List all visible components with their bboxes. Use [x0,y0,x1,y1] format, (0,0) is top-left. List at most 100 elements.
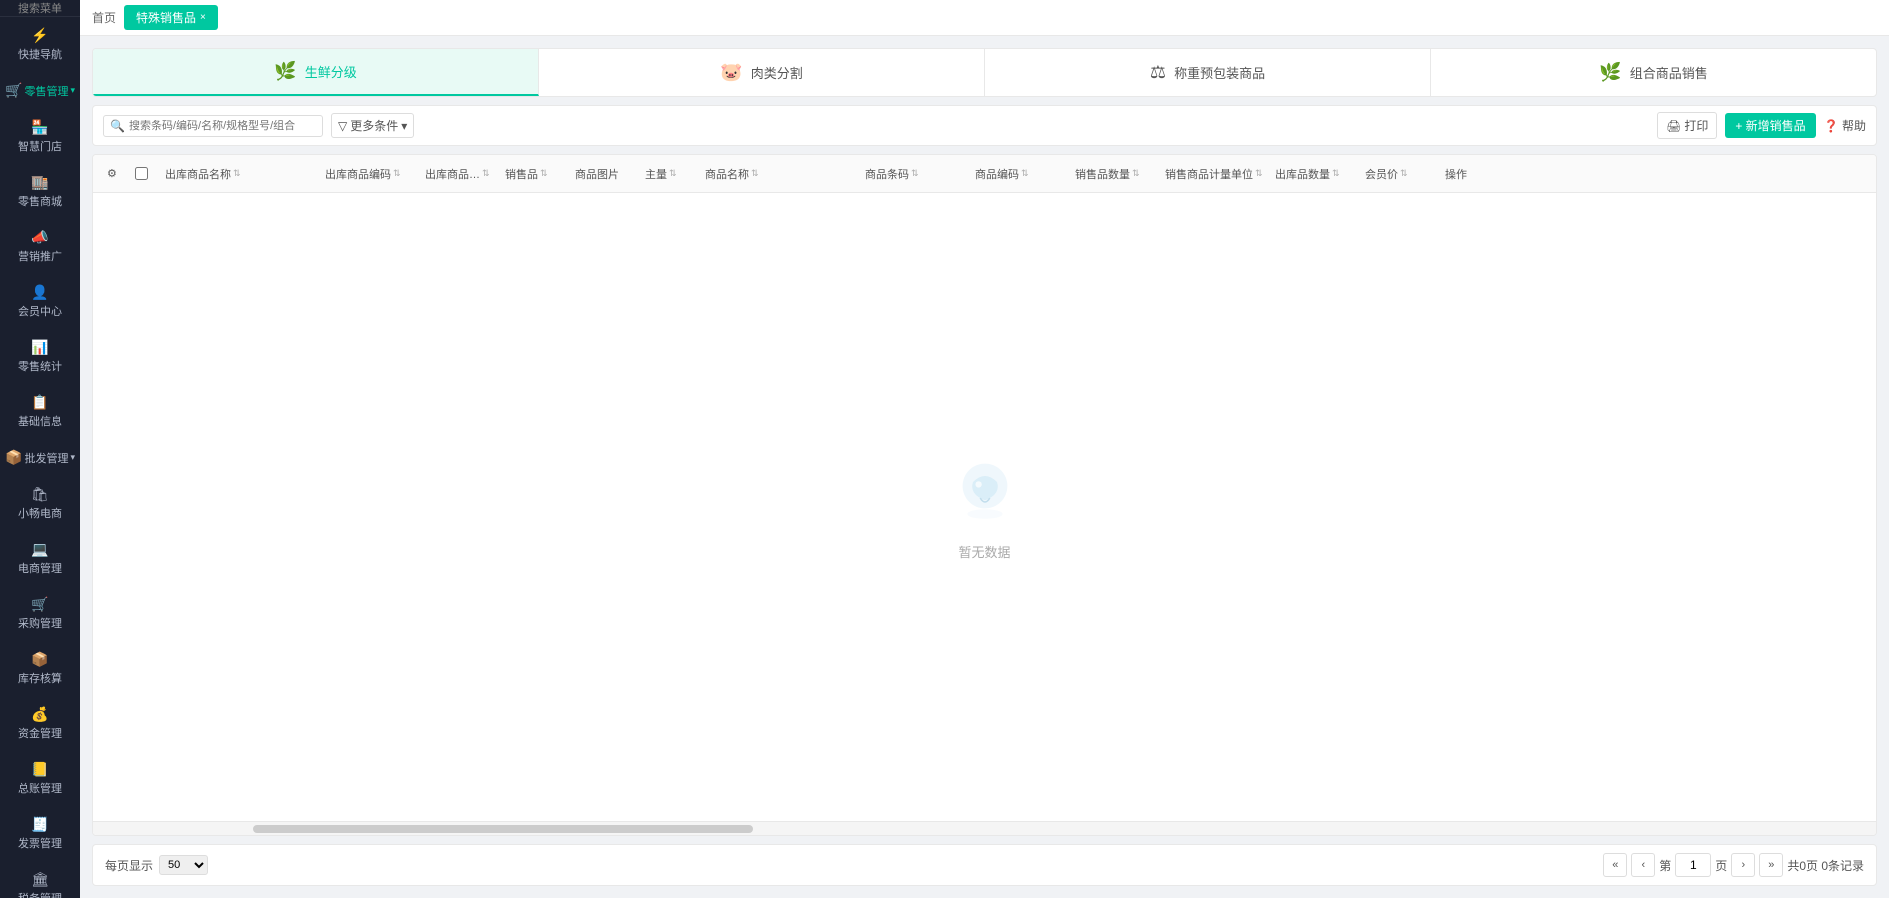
retail-mall-icon: 🏬 [31,174,48,191]
sort-icon: ⇅ [393,168,401,179]
help-icon: ❓ [1824,119,1839,133]
sidebar-item-label: 电商管理 [18,560,62,576]
content-area: 🌿 生鲜分级 🐷 肉类分割 ⚖ 称重预包装商品 🌿 组合商品销售 🔍 [80,36,1889,898]
col-op: 操作 [1439,166,1499,182]
print-icon: 🖨 [1666,119,1681,133]
sidebar-item-mini-ecom[interactable]: 🛍 小畅电商 [0,476,80,531]
col-goods-name[interactable]: 商品名称 ⇅ [699,166,859,182]
sidebar-item-label: 发票管理 [18,835,62,851]
sidebar-item-label: 快捷导航 [18,46,62,62]
sort-icon: ⇅ [669,168,677,179]
sidebar-logo[interactable]: 搜索菜单 [0,0,80,17]
sidebar-item-purchase-mgmt[interactable]: 🛒 采购管理 [0,586,80,641]
pagination-right: « ‹ 第 页 › » 共0页 0条记录 [1603,853,1864,877]
col-out-code[interactable]: 出库商品编码 ⇅ [319,166,419,182]
filter-icon: ▽ [338,119,347,133]
sidebar-item-retail-mall[interactable]: 🏬 零售商城 [0,164,80,219]
basic-info-icon: 📋 [31,394,48,411]
sidebar-item-basic-info[interactable]: 📋 基础信息 [0,384,80,439]
sidebar-item-tax-mgmt[interactable]: 🏛 税务管理 [0,861,80,898]
sidebar-item-label: 采购管理 [18,615,62,631]
finance-mgmt-icon: 💰 [31,706,48,723]
sort-icon: ⇅ [482,168,490,179]
cat-tab-fresh-grade[interactable]: 🌿 生鲜分级 [93,49,539,96]
tax-mgmt-icon: 🏛 [31,871,49,888]
table-body: 暂无数据 [93,193,1876,821]
col-barcode[interactable]: 商品条码 ⇅ [859,166,969,182]
cat-tab-meat-cut[interactable]: 🐷 肉类分割 [539,49,985,96]
sidebar-item-invoice-mgmt[interactable]: 🧾 发票管理 [0,806,80,861]
sort-icon: ⇅ [1132,168,1140,179]
wholesale-mgmt-icon: 📦 [5,449,22,466]
table-container: ⚙ 出库商品名称 ⇅ 出库商品编码 ⇅ 出库商品… ⇅ 销售品 [92,154,1877,836]
col-member-price[interactable]: 会员价 ⇅ [1359,166,1439,182]
search-box[interactable]: 🔍 [103,115,323,137]
sidebar-item-wholesale-mgmt[interactable]: 📦 批发管理 ▾ [0,439,80,476]
help-button[interactable]: ❓ 帮助 [1824,117,1866,134]
sidebar-item-label: 小畅电商 [18,505,62,521]
toolbar-right: 🖨 打印 + 新增销售品 ❓ 帮助 [1657,112,1866,139]
col-scode[interactable]: 商品编码 ⇅ [969,166,1069,182]
horizontal-scrollbar[interactable] [93,821,1876,835]
sidebar-item-label: 库存核算 [18,670,62,686]
pagination: 每页显示 10 20 50 100 « ‹ 第 页 › » 共0页 0条记录 [92,844,1877,886]
member-center-icon: 👤 [31,284,48,301]
table-header: ⚙ 出库商品名称 ⇅ 出库商品编码 ⇅ 出库商品… ⇅ 销售品 [93,155,1876,193]
col-sale-item[interactable]: 销售品 ⇅ [499,166,569,182]
prev-page-btn[interactable]: ‹ [1631,853,1655,877]
active-tab[interactable]: 特殊销售品 × [124,5,218,30]
sales-promo-icon: 📣 [31,229,48,246]
sidebar-item-finance-mgmt[interactable]: 💰 资金管理 [0,696,80,751]
quick-nav-icon: ⚡ [31,27,48,44]
scale-pkg-icon: ⚖ [1150,62,1166,83]
sidebar-item-smart-store[interactable]: 🏪 智慧门店 [0,109,80,164]
category-tabs: 🌿 生鲜分级 🐷 肉类分割 ⚖ 称重预包装商品 🌿 组合商品销售 [92,48,1877,97]
add-sale-button[interactable]: + 新增销售品 [1725,113,1815,138]
last-page-btn[interactable]: » [1759,853,1783,877]
col-settings[interactable]: ⚙ [101,167,129,180]
chevron-down-icon: ▾ [70,452,75,463]
sidebar-item-label: 零售商城 [18,193,62,209]
sidebar-item-member-center[interactable]: 👤 会员中心 [0,274,80,329]
sidebar-item-retail-mgmt[interactable]: 🛒 零售管理 ▾ [0,72,80,109]
select-all-checkbox[interactable] [135,167,148,180]
cat-tab-scale-pkg[interactable]: ⚖ 称重预包装商品 [985,49,1431,96]
cat-tab-label: 生鲜分级 [305,62,357,81]
search-input[interactable] [129,120,309,132]
home-tab[interactable]: 首页 [92,9,116,26]
sidebar-item-inventory[interactable]: 📦 库存核算 [0,641,80,696]
print-button[interactable]: 🖨 打印 [1657,112,1717,139]
col-checkbox[interactable] [129,167,159,180]
combo-sale-icon: 🌿 [1599,62,1621,83]
sidebar-item-retail-stats[interactable]: 📊 零售统计 [0,329,80,384]
main-area: 首页 特殊销售品 × 🌿 生鲜分级 🐷 肉类分割 ⚖ 称重预包装商品 🌿 组合商… [80,0,1889,898]
sort-icon: ⇅ [751,168,759,179]
sidebar-item-label: 资金管理 [18,725,62,741]
filter-label: 更多条件 [350,117,398,134]
cat-tab-combo-sale[interactable]: 🌿 组合商品销售 [1431,49,1876,96]
col-out-name[interactable]: 出库商品名称 ⇅ [159,166,319,182]
sidebar-item-ecom-mgmt[interactable]: 💻 电商管理 [0,531,80,586]
col-out-qty[interactable]: 出库品数量 ⇅ [1269,166,1359,182]
page-input[interactable] [1675,853,1711,877]
invoice-mgmt-icon: 🧾 [31,816,48,833]
col-main[interactable]: 主量 ⇅ [639,166,699,182]
sidebar-item-general-ledger[interactable]: 📒 总账管理 [0,751,80,806]
sidebar-item-label: 零售统计 [18,358,62,374]
col-out-spec[interactable]: 出库商品… ⇅ [419,166,499,182]
meat-cut-icon: 🐷 [720,62,742,83]
sidebar-item-label: 总账管理 [18,780,62,796]
sidebar-item-sales-promo[interactable]: 📣 营销推广 [0,219,80,274]
col-sale-unit[interactable]: 销售商品计量单位 ⇅ [1159,166,1269,182]
tab-close-btn[interactable]: × [200,12,206,23]
col-sale-qty[interactable]: 销售品数量 ⇅ [1069,166,1159,182]
empty-text: 暂无数据 [958,542,1010,561]
mini-ecom-icon: 🛍 [31,486,49,503]
first-page-btn[interactable]: « [1603,853,1627,877]
sidebar-item-quick-nav[interactable]: ⚡ 快捷导航 [0,17,80,72]
filter-button[interactable]: ▽ 更多条件 ▾ [331,113,414,138]
next-page-btn[interactable]: › [1731,853,1755,877]
per-page-select[interactable]: 10 20 50 100 [159,855,208,875]
search-icon: 🔍 [110,119,125,133]
scrollbar-thumb[interactable] [253,825,753,833]
